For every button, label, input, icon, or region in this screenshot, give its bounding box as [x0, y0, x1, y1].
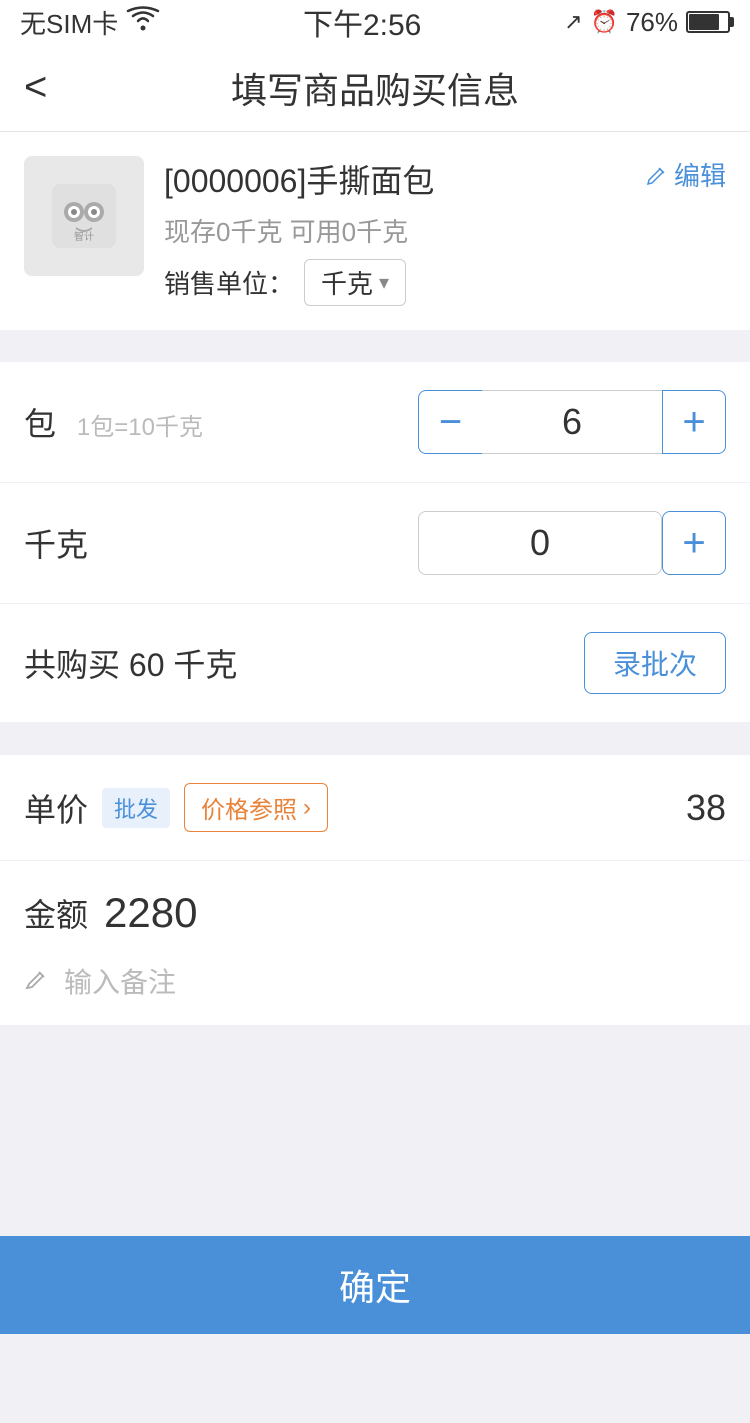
status-bar: 无SIM卡 下午2:56 ↗ ⏰ 76%	[0, 0, 750, 44]
back-button[interactable]: <	[24, 65, 47, 110]
confirm-button[interactable]: 确定	[0, 1236, 750, 1334]
status-right: ↗ ⏰ 76%	[564, 7, 730, 38]
alarm-icon: ⏰	[591, 9, 618, 35]
product-unit: 销售单位： 千克 ▾	[164, 259, 726, 306]
note-row[interactable]: 输入备注	[24, 953, 726, 1009]
status-left: 无SIM卡	[20, 4, 160, 41]
page-title: 填写商品购买信息	[231, 62, 519, 114]
edit-icon	[646, 164, 668, 186]
section-separator-2	[0, 723, 750, 739]
nav-bar: < 填写商品购买信息	[0, 44, 750, 132]
note-placeholder: 输入备注	[64, 961, 176, 1001]
kg-label: 千克	[24, 520, 418, 566]
price-reference-button[interactable]: 价格参照 ›	[184, 783, 328, 832]
amount-label: 金额	[24, 890, 88, 936]
price-value: 38	[686, 787, 726, 829]
price-tag: 批发	[102, 788, 170, 828]
product-card: 智计 [0000006]手撕面包 编辑 现存0千克 可用0千克 销售单位：	[0, 132, 750, 330]
bao-quantity-row: 包 1包=10千克 − 6 +	[0, 362, 750, 483]
quantity-section: 包 1包=10千克 − 6 + 千克 0 +	[0, 362, 750, 604]
bao-controls: − 6 +	[418, 390, 726, 454]
kg-quantity-row: 千克 0 +	[0, 483, 750, 604]
price-row: 单价 批发 价格参照 › 38	[0, 755, 750, 861]
bao-hint: 1包=10千克	[77, 414, 203, 441]
amount-section: 金额 2280 输入备注	[0, 861, 750, 1025]
kg-input[interactable]: 0	[418, 511, 662, 575]
price-label: 单价	[24, 785, 88, 831]
batch-button[interactable]: 录批次	[584, 632, 726, 694]
price-section: 单价 批发 价格参照 › 38	[0, 755, 750, 861]
pencil-icon	[24, 964, 52, 999]
amount-value: 2280	[104, 889, 197, 937]
location-icon: ↗	[564, 9, 582, 35]
chevron-down-icon: ▾	[379, 270, 389, 295]
chevron-right-icon: ›	[303, 794, 311, 822]
bao-decrement-button[interactable]: −	[418, 390, 482, 454]
wifi-icon	[126, 6, 160, 39]
product-image: 智计	[24, 156, 144, 276]
product-name: [0000006]手撕面包	[164, 156, 434, 202]
edit-button[interactable]: 编辑	[646, 156, 726, 193]
carrier-text: 无SIM卡	[20, 4, 118, 41]
bao-label: 包 1包=10千克	[24, 399, 418, 445]
bao-increment-button[interactable]: +	[662, 390, 726, 454]
price-left: 单价 批发 价格参照 ›	[24, 783, 328, 832]
time-display: 下午2:56	[303, 0, 421, 44]
kg-increment-button[interactable]: +	[662, 511, 726, 575]
summary-text: 共购买 60 千克	[24, 640, 237, 686]
amount-row: 金额 2280	[24, 889, 726, 937]
bao-input[interactable]: 6	[482, 390, 662, 454]
section-separator-1	[0, 346, 750, 362]
product-logo: 智计	[52, 184, 116, 248]
battery-icon	[686, 11, 730, 33]
battery-percentage: 76%	[626, 7, 678, 38]
product-stock: 现存0千克 可用0千克	[164, 212, 726, 249]
product-details: [0000006]手撕面包 编辑 现存0千克 可用0千克 销售单位： 千克 ▾	[164, 156, 726, 306]
svg-text:智计: 智计	[74, 230, 94, 243]
unit-dropdown[interactable]: 千克 ▾	[304, 259, 406, 306]
summary-row: 共购买 60 千克 录批次	[0, 604, 750, 723]
kg-controls: 0 +	[418, 511, 726, 575]
